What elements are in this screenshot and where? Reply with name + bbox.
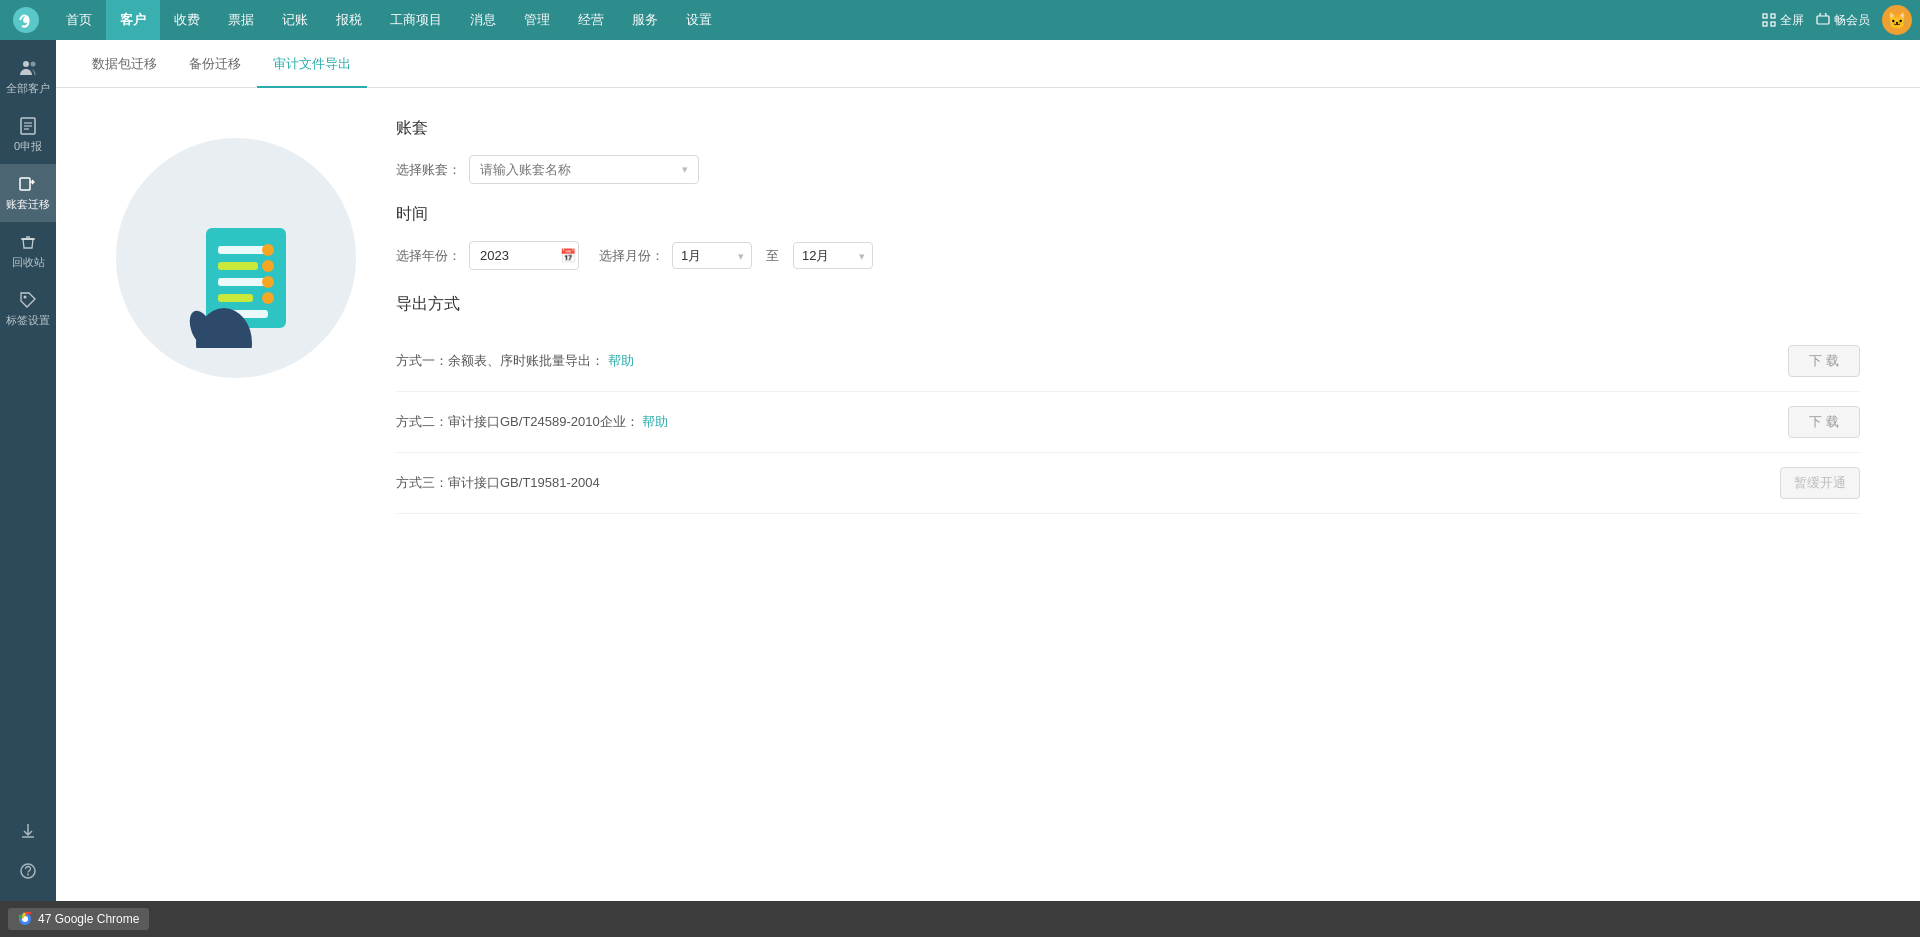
illustration-circle bbox=[116, 138, 356, 378]
svg-rect-13 bbox=[20, 178, 30, 190]
svg-rect-17 bbox=[218, 246, 268, 254]
nav-service[interactable]: 服务 bbox=[618, 0, 672, 40]
year-input[interactable]: 📅 bbox=[469, 241, 579, 270]
nav-home[interactable]: 首页 bbox=[52, 0, 106, 40]
sidebar-item-all-clients[interactable]: 全部客户 bbox=[0, 48, 56, 106]
svg-rect-2 bbox=[1763, 14, 1767, 18]
to-text: 至 bbox=[766, 247, 779, 265]
export-method-2-label: 方式二：审计接口GB/T24589-2010企业： 帮助 bbox=[396, 413, 668, 431]
sidebar-item-recycle[interactable]: 回收站 bbox=[0, 222, 56, 280]
nav-business[interactable]: 工商项目 bbox=[376, 0, 456, 40]
svg-point-23 bbox=[262, 260, 274, 272]
chevron-down-icon: ▾ bbox=[682, 163, 688, 176]
svg-point-7 bbox=[23, 61, 29, 67]
sidebar-item-all-clients-label: 全部客户 bbox=[6, 81, 50, 96]
user-avatar[interactable]: 🐱 bbox=[1882, 5, 1912, 35]
nav-fees[interactable]: 收费 bbox=[160, 0, 214, 40]
calendar-icon: 📅 bbox=[560, 248, 576, 263]
end-month-select[interactable]: 1月2月3月4月 5月6月7月8月 9月10月11月 12月 bbox=[793, 242, 873, 269]
svg-rect-5 bbox=[1771, 22, 1775, 26]
export-row-3: 方式三：审计接口GB/T19581-2004 暂缓开通 bbox=[396, 453, 1860, 514]
export-section-title: 导出方式 bbox=[396, 294, 1860, 315]
svg-rect-4 bbox=[1763, 22, 1767, 26]
export-method-2-download-button[interactable]: 下 载 bbox=[1788, 406, 1860, 438]
tab-backup-migration[interactable]: 备份迁移 bbox=[173, 41, 257, 88]
nav-items: 首页 客户 收费 票据 记账 报税 工商项目 消息 管理 经营 服务 设置 bbox=[52, 0, 726, 40]
end-month-select-wrap: 1月2月3月4月 5月6月7月8月 9月10月11月 12月 bbox=[793, 242, 873, 269]
export-method-1-download-button[interactable]: 下 载 bbox=[1788, 345, 1860, 377]
nav-tax[interactable]: 报税 bbox=[322, 0, 376, 40]
export-method-1-help-link[interactable]: 帮助 bbox=[608, 353, 634, 368]
main-layout: 全部客户 0申报 账套迁移 回收站 bbox=[0, 40, 1920, 901]
account-search-input[interactable] bbox=[480, 162, 682, 177]
nav-bookkeeping[interactable]: 记账 bbox=[268, 0, 322, 40]
sidebar-bottom bbox=[0, 813, 56, 901]
svg-point-24 bbox=[262, 276, 274, 288]
app-logo bbox=[8, 2, 44, 38]
nav-message[interactable]: 消息 bbox=[456, 0, 510, 40]
export-method-2-help-link[interactable]: 帮助 bbox=[642, 414, 668, 429]
nav-customer[interactable]: 客户 bbox=[106, 0, 160, 40]
nav-operation[interactable]: 经营 bbox=[564, 0, 618, 40]
time-section-title: 时间 bbox=[396, 204, 1860, 225]
svg-rect-18 bbox=[218, 262, 258, 270]
svg-point-1 bbox=[23, 17, 29, 23]
sidebar-item-zero-report-label: 0申报 bbox=[14, 139, 42, 154]
sidebar-item-zero-report[interactable]: 0申报 bbox=[0, 106, 56, 164]
sidebar-item-tag-settings-label: 标签设置 bbox=[6, 313, 50, 328]
export-row-2: 方式二：审计接口GB/T24589-2010企业： 帮助 下 载 bbox=[396, 392, 1860, 453]
year-value-input[interactable] bbox=[480, 248, 560, 263]
time-row: 选择年份： 📅 选择月份： 1月2月3月4月 5月6月7月8月 9月10月11月… bbox=[396, 241, 1860, 270]
sidebar-item-account-migration-label: 账套迁移 bbox=[6, 197, 50, 212]
svg-rect-6 bbox=[1817, 16, 1829, 24]
chrome-icon bbox=[18, 912, 32, 926]
sidebar-item-recycle-label: 回收站 bbox=[12, 255, 45, 270]
nav-manage[interactable]: 管理 bbox=[510, 0, 564, 40]
sidebar-item-account-migration[interactable]: 账套迁移 bbox=[0, 164, 56, 222]
sidebar-item-tag-settings[interactable]: 标签设置 bbox=[0, 280, 56, 338]
content-area: 数据包迁移 备份迁移 审计文件导出 bbox=[56, 40, 1920, 901]
account-select-row: 选择账套： ▾ bbox=[396, 155, 1860, 184]
illustration-area bbox=[96, 118, 376, 871]
form-area: 账套 选择账套： ▾ 时间 选择年份： 📅 bbox=[376, 118, 1880, 871]
top-navigation: 首页 客户 收费 票据 记账 报税 工商项目 消息 管理 经营 服务 设置 全屏 bbox=[0, 0, 1920, 40]
tab-audit-export[interactable]: 审计文件导出 bbox=[257, 41, 367, 88]
tabs-bar: 数据包迁移 备份迁移 审计文件导出 bbox=[56, 40, 1920, 88]
account-section-title: 账套 bbox=[396, 118, 1860, 139]
sidebar-download-button[interactable] bbox=[0, 813, 56, 849]
export-method-3-coming-soon-button[interactable]: 暂缓开通 bbox=[1780, 467, 1860, 499]
svg-point-14 bbox=[24, 296, 27, 299]
nav-settings[interactable]: 设置 bbox=[672, 0, 726, 40]
fullscreen-button[interactable]: 全屏 bbox=[1762, 12, 1804, 29]
svg-rect-3 bbox=[1771, 14, 1775, 18]
account-select-label: 选择账套： bbox=[396, 161, 461, 179]
year-label: 选择年份： bbox=[396, 247, 461, 265]
taskbar-chrome-label: 47 Google Chrome bbox=[38, 912, 139, 926]
export-row-1: 方式一：余额表、序时账批量导出： 帮助 下 载 bbox=[396, 331, 1860, 392]
svg-point-25 bbox=[262, 292, 274, 304]
svg-rect-20 bbox=[218, 294, 253, 302]
svg-rect-19 bbox=[218, 278, 268, 286]
svg-point-8 bbox=[31, 62, 36, 67]
svg-point-22 bbox=[262, 244, 274, 256]
export-method-3-label: 方式三：审计接口GB/T19581-2004 bbox=[396, 474, 600, 492]
start-month-select[interactable]: 1月2月3月4月 5月6月7月8月 9月10月11月12月 bbox=[672, 242, 752, 269]
sidebar: 全部客户 0申报 账套迁移 回收站 bbox=[0, 40, 56, 901]
taskbar-chrome-item[interactable]: 47 Google Chrome bbox=[8, 908, 149, 930]
sidebar-help-button[interactable] bbox=[0, 853, 56, 889]
month-label: 选择月份： bbox=[599, 247, 664, 265]
export-section: 导出方式 方式一：余额表、序时账批量导出： 帮助 下 载 方式二：审计接口GB/… bbox=[396, 294, 1860, 514]
page-content: 账套 选择账套： ▾ 时间 选择年份： 📅 bbox=[56, 88, 1920, 901]
export-method-1-label: 方式一：余额表、序时账批量导出： 帮助 bbox=[396, 352, 634, 370]
nav-invoice[interactable]: 票据 bbox=[214, 0, 268, 40]
start-month-select-wrap: 1月2月3月4月 5月6月7月8月 9月10月11月12月 bbox=[672, 242, 752, 269]
member-button[interactable]: 畅会员 bbox=[1816, 12, 1870, 29]
account-select-input[interactable]: ▾ bbox=[469, 155, 699, 184]
taskbar: 47 Google Chrome bbox=[0, 901, 1920, 937]
tab-data-migration[interactable]: 数据包迁移 bbox=[76, 41, 173, 88]
top-nav-right: 全屏 畅会员 🐱 bbox=[1762, 5, 1912, 35]
